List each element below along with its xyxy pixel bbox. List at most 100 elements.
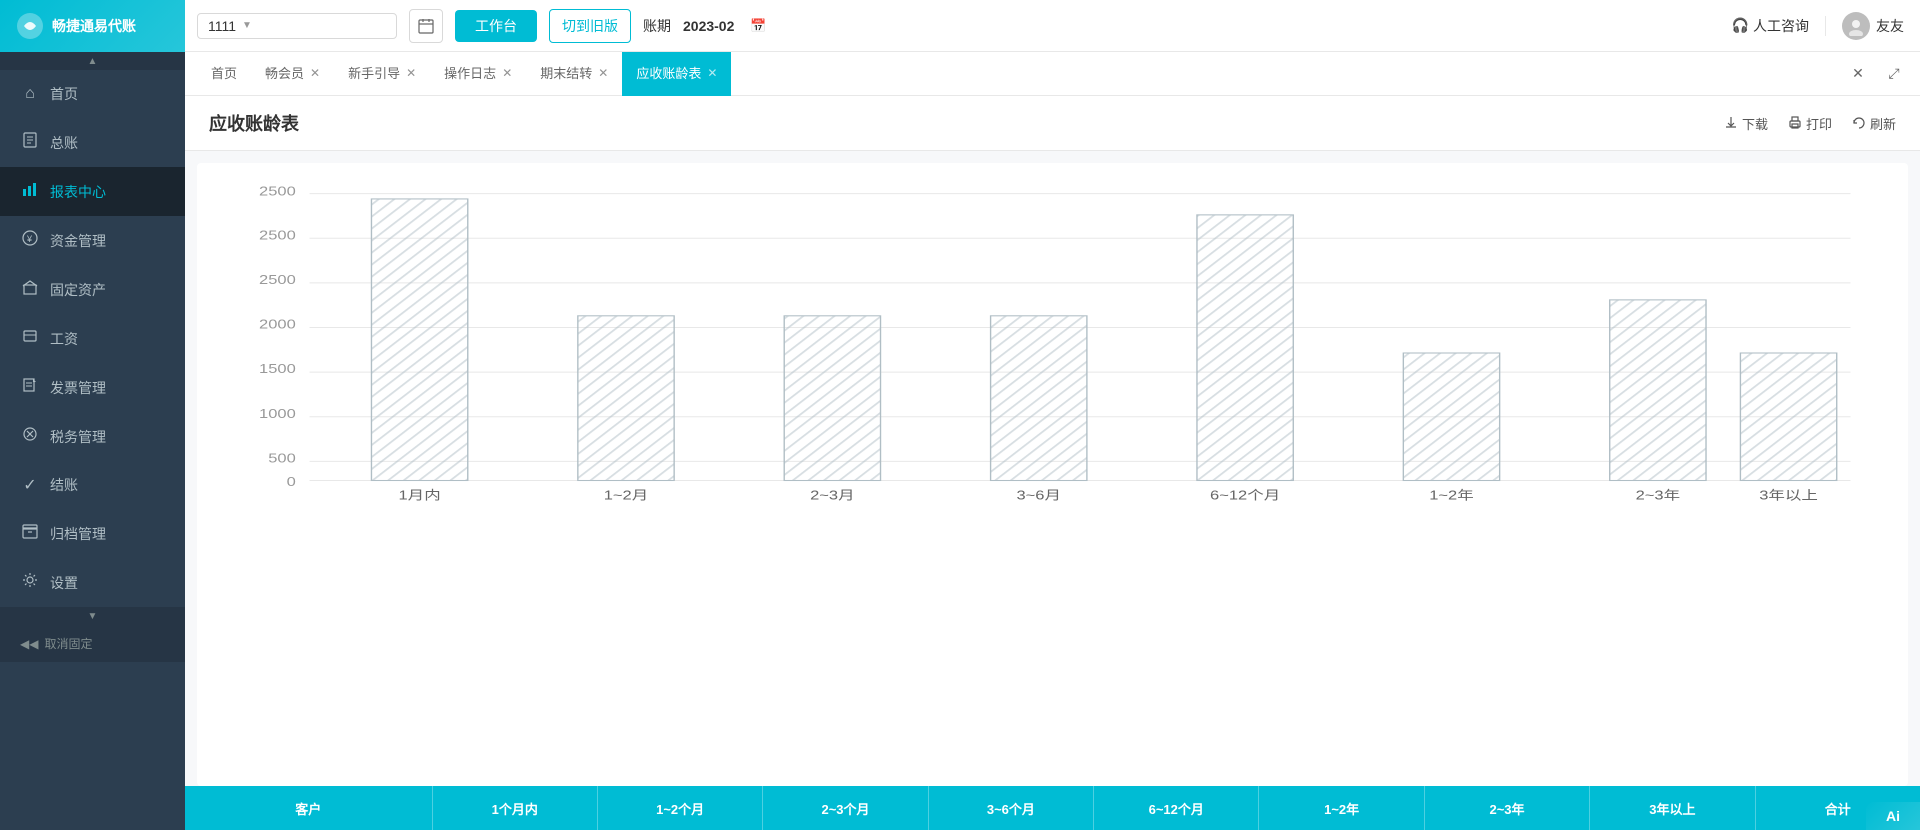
tab-label-period-end: 期末结转 — [540, 63, 592, 82]
sidebar-item-payroll[interactable]: 工资 — [0, 314, 185, 363]
tab-close-period-end[interactable]: ✕ — [598, 66, 608, 80]
sidebar-scroll-down[interactable]: ▼ — [0, 607, 185, 625]
svg-text:6~12个月: 6~12个月 — [1210, 488, 1280, 503]
tabs-bar: 首页 畅会员 ✕ 新手引导 ✕ 操作日志 ✕ 期末结转 ✕ 应收账龄表 ✕ — [185, 52, 1920, 96]
svg-text:3年以上: 3年以上 — [1759, 488, 1818, 503]
svg-text:1000: 1000 — [259, 407, 296, 421]
calendar-button[interactable] — [409, 9, 443, 43]
sidebar-item-settlement[interactable]: ✓ 结账 — [0, 461, 185, 509]
sidebar-item-tax[interactable]: 税务管理 — [0, 412, 185, 461]
logo-icon — [16, 12, 44, 40]
tab-close-all-button[interactable]: ✕ — [1844, 60, 1872, 88]
tab-close-oplog[interactable]: ✕ — [502, 66, 512, 80]
period-calendar-icon[interactable]: 📅 — [750, 18, 766, 34]
tab-close-guide[interactable]: ✕ — [406, 66, 416, 80]
col-customer: 客户 — [185, 786, 433, 830]
sidebar-item-fixed-assets[interactable]: 固定资产 — [0, 265, 185, 314]
svg-text:1500: 1500 — [259, 363, 296, 377]
col-2-3year: 2~3年 — [1425, 786, 1590, 830]
workbench-button[interactable]: 工作台 — [455, 10, 537, 42]
col-1-2month-label: 1~2个月 — [656, 799, 704, 818]
tab-close-aging[interactable]: ✕ — [707, 66, 717, 80]
header-right: 🎧 人工咨询 友友 — [1732, 12, 1904, 40]
sidebar-item-settings[interactable]: 设置 — [0, 558, 185, 607]
col-1month: 1个月内 — [433, 786, 598, 830]
reports-icon — [20, 181, 40, 202]
sidebar-label-settings: 设置 — [50, 573, 78, 593]
sidebar-label-archive: 归档管理 — [50, 524, 106, 544]
invoice-icon — [20, 377, 40, 398]
main-layout: ▲ ⌂ 首页 总账 报表中心 ¥ 资金管理 固定资产 — [0, 52, 1920, 830]
tab-member[interactable]: 畅会员 ✕ — [251, 52, 334, 96]
col-1-2year: 1~2年 — [1259, 786, 1424, 830]
settlement-icon: ✓ — [20, 475, 40, 495]
home-icon: ⌂ — [20, 85, 40, 103]
user-name: 友友 — [1876, 16, 1904, 36]
logo-area: 畅捷通易代账 — [0, 0, 185, 52]
chevron-down-icon: ▼ — [242, 20, 252, 31]
company-name: 1111 — [208, 18, 236, 34]
tab-expand-button[interactable]: ⤢ — [1880, 60, 1908, 88]
tab-home[interactable]: 首页 — [197, 52, 251, 96]
col-3-6month: 3~6个月 — [929, 786, 1094, 830]
page-content: 应收账龄表 下载 打印 刷新 — [185, 96, 1920, 830]
tab-aging[interactable]: 应收账龄表 ✕ — [622, 52, 731, 96]
svg-text:2500: 2500 — [259, 274, 296, 288]
sidebar-item-funds[interactable]: ¥ 资金管理 — [0, 216, 185, 265]
sidebar-item-home[interactable]: ⌂ 首页 — [0, 70, 185, 118]
col-total-label: 合计 — [1825, 799, 1851, 818]
archive-icon — [20, 523, 40, 544]
payroll-icon — [20, 328, 40, 349]
download-label: 下载 — [1742, 114, 1768, 133]
svg-text:500: 500 — [268, 452, 296, 466]
col-1-2year-label: 1~2年 — [1324, 799, 1359, 818]
col-3plus-year-label: 3年以上 — [1649, 799, 1695, 818]
col-2-3year-label: 2~3年 — [1489, 799, 1524, 818]
ai-label: Ai — [1886, 808, 1900, 824]
period-label: 账期 — [643, 16, 671, 36]
sidebar-item-reports[interactable]: 报表中心 — [0, 167, 185, 216]
svg-text:1~2年: 1~2年 — [1429, 488, 1474, 503]
ai-badge[interactable]: Ai — [1866, 802, 1920, 830]
svg-text:0: 0 — [287, 475, 296, 489]
sidebar-item-archive[interactable]: 归档管理 — [0, 509, 185, 558]
sidebar-label-settlement: 结账 — [50, 475, 78, 495]
svg-text:1~2月: 1~2月 — [604, 489, 649, 503]
consulting-button[interactable]: 🎧 人工咨询 — [1732, 16, 1809, 36]
sidebar-label-home: 首页 — [50, 84, 78, 104]
sidebar: ▲ ⌂ 首页 总账 报表中心 ¥ 资金管理 固定资产 — [0, 52, 185, 830]
company-selector[interactable]: 1111 ▼ — [197, 13, 397, 39]
tax-icon — [20, 426, 40, 447]
tab-close-member[interactable]: ✕ — [310, 66, 320, 80]
col-6-12month-label: 6~12个月 — [1149, 799, 1204, 818]
cancel-fixed-button[interactable]: ◀◀ 取消固定 — [0, 625, 185, 662]
refresh-button[interactable]: 刷新 — [1852, 114, 1896, 133]
sidebar-label-invoice: 发票管理 — [50, 378, 106, 398]
switch-version-button[interactable]: 切到旧版 — [549, 9, 631, 43]
sidebar-label-funds: 资金管理 — [50, 231, 106, 251]
print-icon — [1788, 116, 1802, 130]
svg-text:2~3月: 2~3月 — [810, 489, 855, 503]
assets-icon — [20, 279, 40, 300]
tab-label-aging: 应收账龄表 — [636, 63, 701, 82]
funds-icon: ¥ — [20, 230, 40, 251]
tab-guide[interactable]: 新手引导 ✕ — [334, 52, 430, 96]
user-area[interactable]: 友友 — [1842, 12, 1904, 40]
sidebar-scroll-up[interactable]: ▲ — [0, 52, 185, 70]
table-header: 客户 1个月内 1~2个月 2~3个月 3~6个月 6~12个月 — [185, 786, 1920, 830]
sidebar-item-general-ledger[interactable]: 总账 — [0, 118, 185, 167]
col-1-2month: 1~2个月 — [598, 786, 763, 830]
refresh-label: 刷新 — [1870, 114, 1896, 133]
col-3plus-year: 3年以上 — [1590, 786, 1755, 830]
sidebar-item-invoice[interactable]: 发票管理 — [0, 363, 185, 412]
col-6-12month: 6~12个月 — [1094, 786, 1259, 830]
print-button[interactable]: 打印 — [1788, 114, 1832, 133]
tabs-actions: ✕ ⤢ — [1844, 60, 1908, 88]
tab-oplog[interactable]: 操作日志 ✕ — [430, 52, 526, 96]
download-button[interactable]: 下载 — [1724, 114, 1768, 133]
svg-text:2500: 2500 — [259, 185, 296, 199]
settings-icon — [20, 572, 40, 593]
svg-text:¥: ¥ — [26, 234, 33, 244]
print-label: 打印 — [1806, 114, 1832, 133]
tab-period-end[interactable]: 期末结转 ✕ — [526, 52, 622, 96]
